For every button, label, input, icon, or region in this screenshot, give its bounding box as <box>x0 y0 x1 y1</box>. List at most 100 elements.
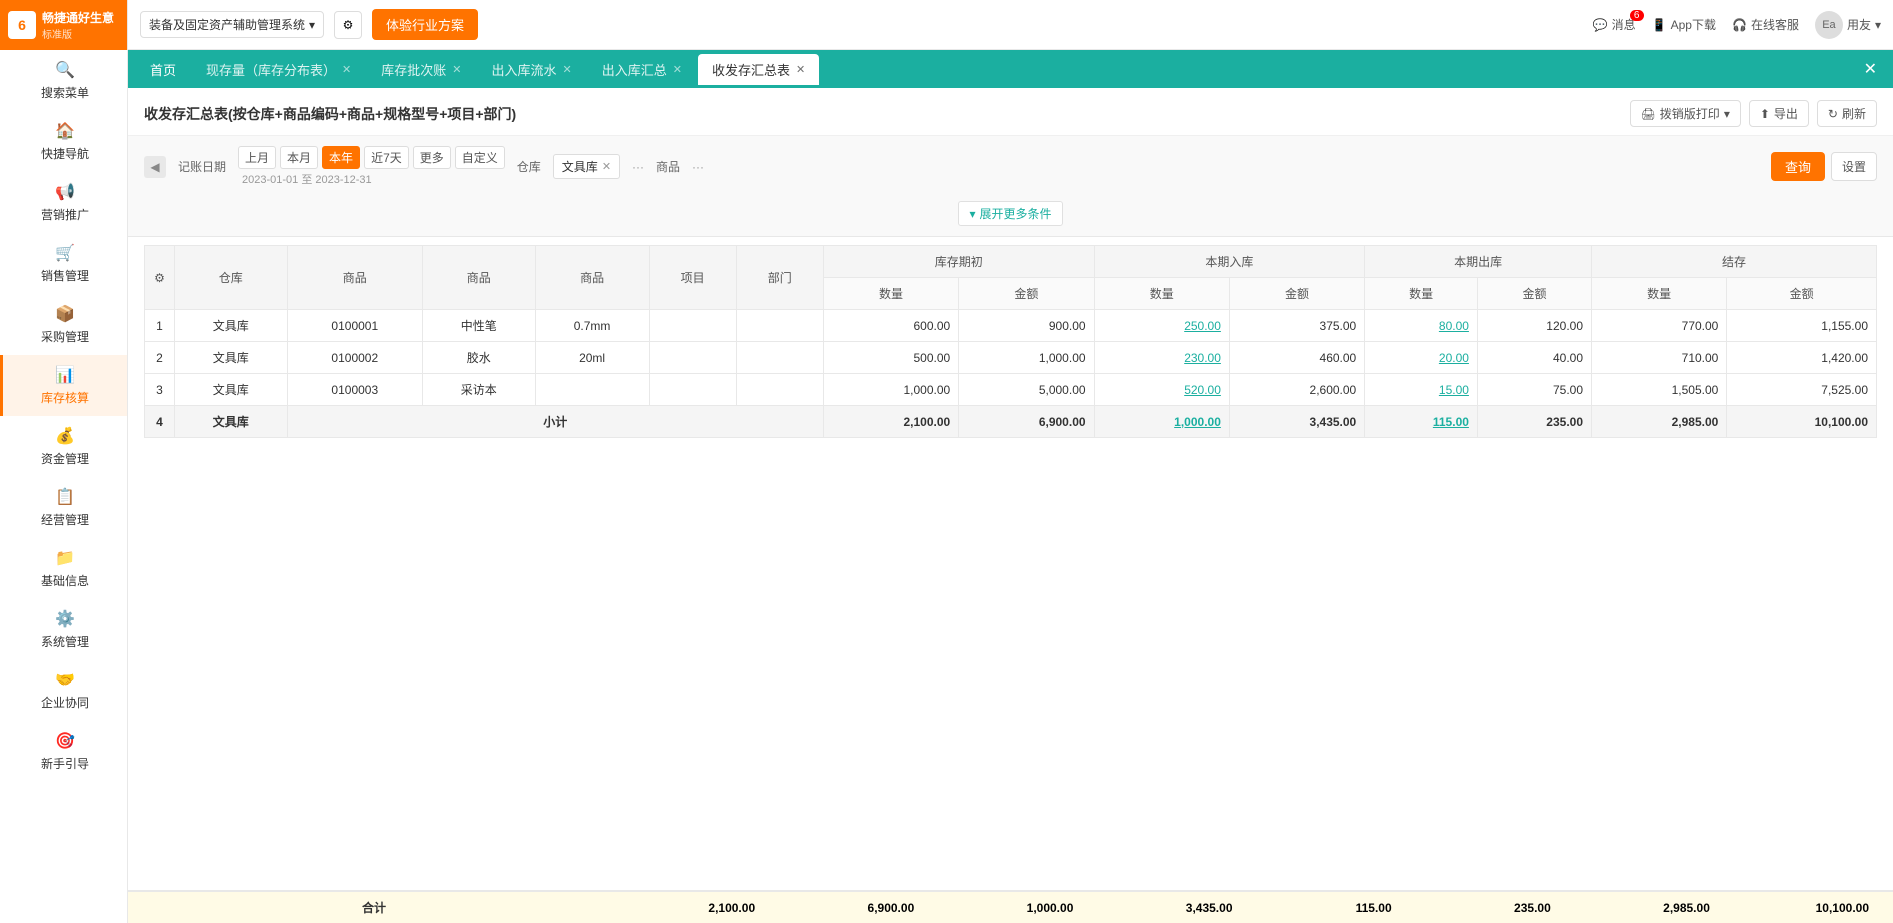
print-button[interactable]: 🖨 拨销版打印 ▾ <box>1630 100 1741 127</box>
sidebar-item-operation[interactable]: 📋 经营管理 <box>0 477 127 538</box>
tab-close-batch[interactable]: ✕ <box>452 63 461 76</box>
sidebar-item-system[interactable]: ⚙️系统管理 <box>0 599 127 660</box>
data-table: ⚙ 仓库 商品 商品 商品 项目 部门 库存期初 本期入库 本期出库 结存 数量 <box>144 245 1877 438</box>
date-filter-group: 上月本月本年近7天更多自定义 2023-01-01 至 2023-12-31 <box>238 146 505 187</box>
tab-flow[interactable]: 出入库流水✕ <box>477 54 585 85</box>
message-badge: 6 <box>1630 10 1644 21</box>
avatar: Ea <box>1815 11 1843 39</box>
cell-out-qty[interactable]: 80.00 <box>1365 310 1478 342</box>
cell-dept <box>736 342 823 374</box>
export-button[interactable]: ⬆ 导出 <box>1749 100 1809 127</box>
footer-in-amt: 3,435.00 <box>1081 901 1240 915</box>
tab-collect-summary[interactable]: 收发存汇总表 ✕ <box>698 54 819 85</box>
cell-out-qty[interactable]: 20.00 <box>1365 342 1478 374</box>
footer-in-qty: 1,000.00 <box>922 901 1081 915</box>
tab-label: 首页 <box>150 60 176 79</box>
expand-conditions-button[interactable]: ▾ 展开更多条件 <box>958 201 1062 226</box>
tab-close-collect-summary[interactable]: ✕ <box>796 63 805 76</box>
warehouse-more[interactable]: ··· <box>632 160 644 174</box>
cell-sub-bal-qty: 2,985.00 <box>1592 406 1727 438</box>
tab-label: 出入库汇总 <box>602 60 667 79</box>
logo-icon: 6 <box>8 11 36 39</box>
sidebar-item-purchase[interactable]: 📦采购管理 <box>0 294 127 355</box>
close-all-tabs-button[interactable]: ✕ <box>1856 59 1885 79</box>
message-button[interactable]: 💬 消息 6 <box>1593 16 1636 33</box>
tab-label: 现存量（库存分布表） <box>206 60 336 79</box>
cell-sub-open-qty: 2,100.00 <box>823 406 958 438</box>
app-download-button[interactable]: 📱 App下载 <box>1652 16 1716 33</box>
cell-in-qty[interactable]: 230.00 <box>1094 342 1229 374</box>
filter-settings-button[interactable]: 设置 <box>1831 152 1877 181</box>
sidebar-item-enterprise[interactable]: 🤝企业协同 <box>0 660 127 721</box>
goods-selector[interactable]: ··· <box>692 160 704 174</box>
col-warehouse: 仓库 <box>175 246 288 310</box>
col-in-amt: 金额 <box>1229 278 1364 310</box>
cell-open-qty: 600.00 <box>823 310 958 342</box>
trial-button[interactable]: 体验行业方案 <box>372 9 478 40</box>
expand-more-row: ▾ 展开更多条件 <box>144 195 1877 226</box>
system-name: 装备及固定资产辅助管理系统 <box>149 16 305 33</box>
operation-icon: 📋 <box>55 487 75 507</box>
sidebar-item-sales[interactable]: 🛒销售管理 <box>0 233 127 294</box>
tab-close-summary[interactable]: ✕ <box>673 63 682 76</box>
column-settings[interactable]: ⚙ <box>145 246 175 310</box>
tab-home[interactable]: 首页 <box>136 54 190 85</box>
cell-open-qty: 1,000.00 <box>823 374 958 406</box>
warehouse-filter-tag[interactable]: 文具库 ✕ <box>553 154 620 179</box>
sidebar-item-guide[interactable]: 🎯新手引导 <box>0 721 127 782</box>
table-row: 1 文具库 0100001 中性笔 0.7mm 600.00 900.00 25… <box>145 310 1877 342</box>
date-btn-上月[interactable]: 上月 <box>238 146 276 169</box>
sidebar-item-quick[interactable]: 🏠快捷导航 <box>0 111 127 172</box>
date-btn-本月[interactable]: 本月 <box>280 146 318 169</box>
tab-label: 收发存汇总表 <box>712 60 790 79</box>
sidebar-item-search[interactable]: 🔍搜索菜单 <box>0 50 127 111</box>
cell-open-amt: 5,000.00 <box>959 374 1094 406</box>
online-service-button[interactable]: 🎧 在线客服 <box>1732 16 1799 33</box>
refresh-button[interactable]: ↻ 刷新 <box>1817 100 1877 127</box>
cell-spec <box>535 374 649 406</box>
warehouse-tag-close[interactable]: ✕ <box>602 160 611 173</box>
page-header: 收发存汇总表(按仓库+商品编码+商品+规格型号+项目+部门) 🖨 拨销版打印 ▾… <box>128 88 1893 136</box>
cell-in-qty[interactable]: 250.00 <box>1094 310 1229 342</box>
tab-close-flow[interactable]: ✕ <box>563 63 572 76</box>
tab-stock-dist[interactable]: 现存量（库存分布表） ✕ <box>192 54 365 85</box>
cell-in-qty[interactable]: 520.00 <box>1094 374 1229 406</box>
cell-bal-qty: 1,505.00 <box>1592 374 1727 406</box>
col-name: 商品 <box>422 246 535 310</box>
page-title: 收发存汇总表(按仓库+商品编码+商品+规格型号+项目+部门) <box>144 104 516 124</box>
filter-toggle-button[interactable]: ◀ <box>144 156 166 178</box>
date-btn-近7天[interactable]: 近7天 <box>364 146 409 169</box>
cell-sub-in-qty[interactable]: 1,000.00 <box>1094 406 1229 438</box>
user-menu[interactable]: Ea 用友 ▾ <box>1815 11 1881 39</box>
sidebar-item-label: 经营管理 <box>41 511 89 528</box>
query-button[interactable]: 查询 <box>1771 152 1825 181</box>
finance-icon: 💰 <box>55 426 75 446</box>
tab-batch[interactable]: 库存批次账 ✕ <box>367 54 475 85</box>
sidebar-item-label: 营销推广 <box>41 206 89 223</box>
cell-project <box>649 310 736 342</box>
date-btn-自定义[interactable]: 自定义 <box>455 146 505 169</box>
tab-summary[interactable]: 出入库汇总 ✕ <box>588 54 696 85</box>
settings-icon[interactable]: ⚙ <box>334 11 362 39</box>
system-selector[interactable]: 装备及固定资产辅助管理系统 ▾ <box>140 11 324 38</box>
date-btn-更多[interactable]: 更多 <box>413 146 451 169</box>
cell-sub-out-qty[interactable]: 115.00 <box>1365 406 1478 438</box>
sidebar-item-marketing[interactable]: 📢营销推广 <box>0 172 127 233</box>
sidebar-item-finance[interactable]: 💰资金管理 <box>0 416 127 477</box>
gear-icon[interactable]: ⚙ <box>154 271 165 285</box>
footer-out-amt: 235.00 <box>1400 901 1559 915</box>
date-btn-本年[interactable]: 本年 <box>322 146 360 169</box>
sidebar-item-basic[interactable]: 📁基础信息 <box>0 538 127 599</box>
col-project: 项目 <box>649 246 736 310</box>
sidebar: 6 畅捷通好生意 标准版 🔍搜索菜单🏠快捷导航📢营销推广🛒销售管理📦采购管理📊库… <box>0 0 128 923</box>
tab-label: 库存批次账 <box>381 60 446 79</box>
cell-warehouse: 文具库 <box>175 342 288 374</box>
cell-out-qty[interactable]: 15.00 <box>1365 374 1478 406</box>
basic-icon: 📁 <box>55 548 75 568</box>
sidebar-item-inventory[interactable]: 📊库存核算 <box>0 355 127 416</box>
export-icon: ⬆ <box>1760 107 1770 121</box>
sidebar-item-label: 采购管理 <box>41 328 89 345</box>
tab-close-stock-dist[interactable]: ✕ <box>342 63 351 76</box>
search-icon: 🔍 <box>55 60 75 80</box>
col-spec: 商品 <box>535 246 649 310</box>
